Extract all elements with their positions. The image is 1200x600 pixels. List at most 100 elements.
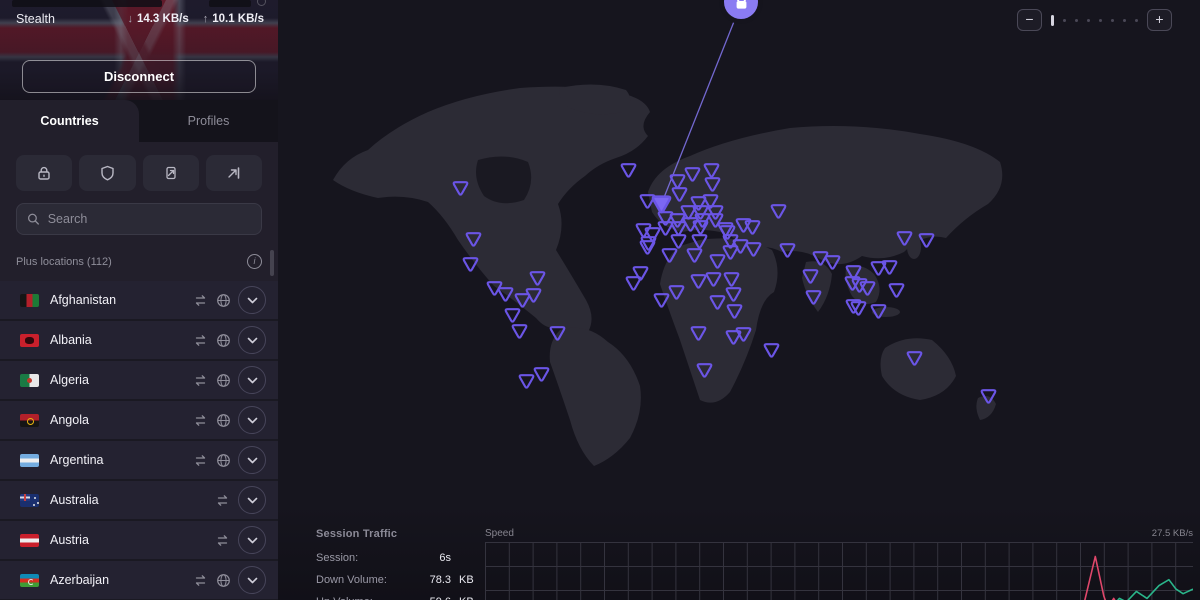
info-icon[interactable] xyxy=(257,0,266,6)
country-name: Albania xyxy=(50,333,193,347)
chevron-down-icon xyxy=(247,417,258,424)
upload-speed: ↑ 10.1 KB/s xyxy=(203,13,264,25)
server-marker[interactable] xyxy=(638,239,657,256)
server-marker[interactable] xyxy=(823,254,842,271)
tab-countries[interactable]: Countries xyxy=(0,100,139,142)
secure-core-filter-button[interactable] xyxy=(16,155,72,191)
server-marker[interactable] xyxy=(689,325,708,342)
swap-arrows-icon[interactable] xyxy=(193,454,209,467)
server-marker[interactable] xyxy=(704,271,723,288)
server-marker[interactable] xyxy=(667,284,686,301)
expand-country-button[interactable] xyxy=(238,406,266,434)
server-marker[interactable] xyxy=(624,275,643,292)
server-marker[interactable] xyxy=(778,242,797,259)
server-marker[interactable] xyxy=(695,362,714,379)
sidebar-tabs: Countries Profiles xyxy=(0,100,278,142)
netshield-filter-button[interactable] xyxy=(79,155,135,191)
server-marker[interactable] xyxy=(528,270,547,287)
server-marker[interactable] xyxy=(524,287,543,304)
swap-arrows-icon[interactable] xyxy=(215,534,231,547)
server-marker[interactable] xyxy=(517,373,536,390)
globe-icon[interactable] xyxy=(216,293,231,308)
server-marker[interactable] xyxy=(849,300,868,317)
p2p-filter-button[interactable] xyxy=(143,155,199,191)
server-marker[interactable] xyxy=(905,350,924,367)
server-marker[interactable] xyxy=(725,303,744,320)
server-marker[interactable] xyxy=(464,231,483,248)
server-marker[interactable] xyxy=(734,326,753,343)
expand-country-button[interactable] xyxy=(238,446,266,474)
globe-icon[interactable] xyxy=(216,413,231,428)
expand-country-button[interactable] xyxy=(238,526,266,554)
swap-arrows-icon[interactable] xyxy=(193,574,209,587)
server-marker[interactable] xyxy=(548,325,567,342)
server-marker[interactable] xyxy=(703,176,722,193)
server-marker[interactable] xyxy=(683,166,702,183)
expand-country-button[interactable] xyxy=(238,326,266,354)
expand-country-button[interactable] xyxy=(238,486,266,514)
zoom-out-button[interactable]: − xyxy=(1017,9,1042,31)
session-stat-row: Up Volume:59.6KB xyxy=(316,596,476,600)
search-input[interactable] xyxy=(48,212,251,226)
server-marker[interactable] xyxy=(721,244,740,261)
server-marker[interactable] xyxy=(917,232,936,249)
country-row[interactable]: Argentina xyxy=(0,441,278,481)
chevron-down-icon xyxy=(247,377,258,384)
disconnect-button[interactable]: Disconnect xyxy=(22,60,256,93)
server-marker[interactable] xyxy=(858,280,877,297)
protocol-label: Stealth xyxy=(16,12,55,26)
zoom-slider[interactable] xyxy=(1051,15,1138,26)
zoom-slider-thumb[interactable] xyxy=(1051,15,1054,26)
connected-server-marker[interactable] xyxy=(649,193,673,214)
swap-arrows-icon[interactable] xyxy=(193,414,209,427)
server-marker[interactable] xyxy=(451,180,470,197)
server-marker[interactable] xyxy=(660,247,679,264)
session-stat-row: Down Volume:78.3KB xyxy=(316,574,476,596)
country-name: Afghanistan xyxy=(50,293,193,307)
lock-icon xyxy=(734,0,749,10)
swap-arrows-icon[interactable] xyxy=(215,494,231,507)
country-name: Argentina xyxy=(50,453,193,467)
server-marker[interactable] xyxy=(804,289,823,306)
swap-arrows-icon[interactable] xyxy=(193,374,209,387)
server-marker[interactable] xyxy=(743,219,762,236)
globe-icon[interactable] xyxy=(216,333,231,348)
server-marker[interactable] xyxy=(869,303,888,320)
expand-country-button[interactable] xyxy=(238,286,266,314)
expand-country-button[interactable] xyxy=(238,566,266,594)
globe-icon[interactable] xyxy=(216,453,231,468)
country-row[interactable]: Austria xyxy=(0,521,278,561)
server-marker[interactable] xyxy=(801,268,820,285)
zoom-in-button[interactable]: + xyxy=(1147,9,1172,31)
country-name: Azerbaijan xyxy=(50,573,193,587)
server-marker[interactable] xyxy=(685,247,704,264)
server-marker[interactable] xyxy=(979,388,998,405)
server-marker[interactable] xyxy=(503,307,522,324)
server-marker[interactable] xyxy=(762,342,781,359)
search-box[interactable] xyxy=(16,203,262,235)
server-marker[interactable] xyxy=(880,259,899,276)
server-marker[interactable] xyxy=(769,203,788,220)
server-marker[interactable] xyxy=(461,256,480,273)
swap-arrows-icon[interactable] xyxy=(193,294,209,307)
country-row[interactable]: Algeria xyxy=(0,361,278,401)
country-row[interactable]: Angola xyxy=(0,401,278,441)
server-marker[interactable] xyxy=(619,162,638,179)
chevron-down-icon xyxy=(247,577,258,584)
tor-filter-button[interactable] xyxy=(206,155,262,191)
globe-icon[interactable] xyxy=(216,573,231,588)
list-scrollbar-thumb[interactable] xyxy=(270,250,274,276)
country-row[interactable]: Azerbaijan xyxy=(0,561,278,600)
expand-country-button[interactable] xyxy=(238,366,266,394)
swap-arrows-icon[interactable] xyxy=(193,334,209,347)
globe-icon[interactable] xyxy=(216,373,231,388)
country-row[interactable]: Albania xyxy=(0,321,278,361)
server-marker[interactable] xyxy=(895,230,914,247)
server-marker[interactable] xyxy=(744,241,763,258)
tab-profiles[interactable]: Profiles xyxy=(139,100,278,142)
server-marker[interactable] xyxy=(510,323,529,340)
info-icon[interactable]: i xyxy=(247,254,262,269)
country-row[interactable]: Afghanistan xyxy=(0,281,278,321)
server-marker[interactable] xyxy=(887,282,906,299)
country-row[interactable]: Australia xyxy=(0,481,278,521)
